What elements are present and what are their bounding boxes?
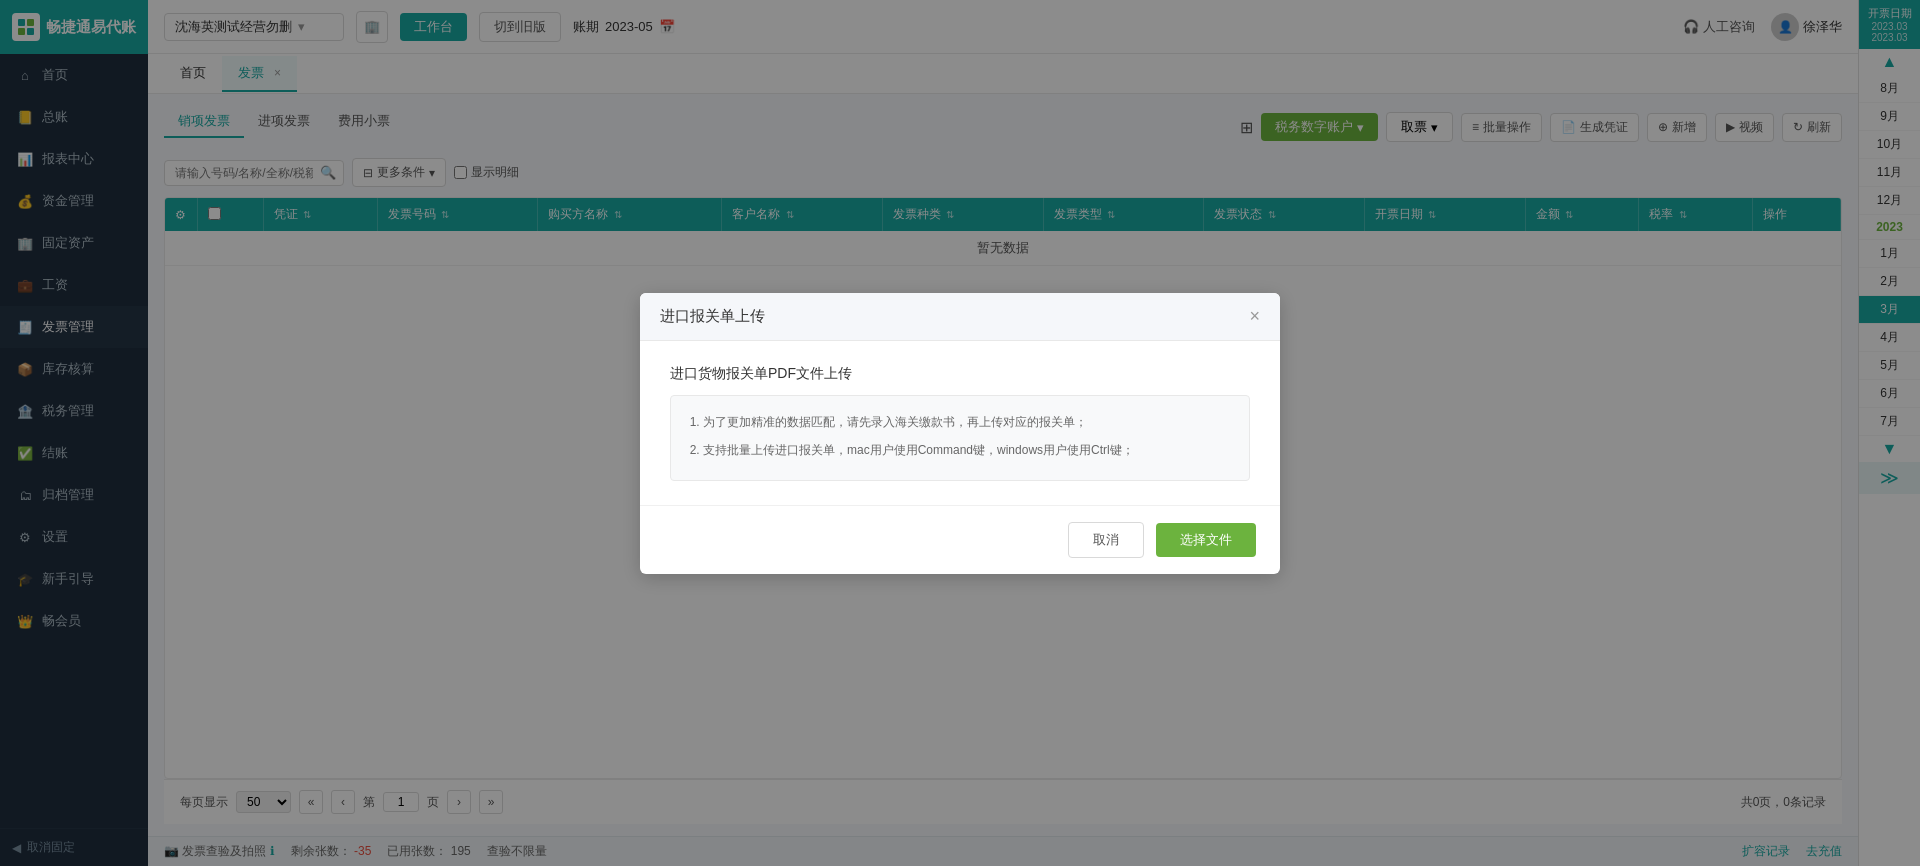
cancel-button[interactable]: 取消 <box>1068 522 1144 558</box>
modal-overlay[interactable]: 进口报关单上传 × 进口货物报关单PDF文件上传 为了更加精准的数据匹配，请先录… <box>0 0 1920 866</box>
modal-info-box: 为了更加精准的数据匹配，请先录入海关缴款书，再上传对应的报关单； 支持批量上传进… <box>670 395 1250 481</box>
modal-footer: 取消 选择文件 <box>640 505 1280 574</box>
modal-tip-1: 为了更加精准的数据匹配，请先录入海关缴款书，再上传对应的报关单； <box>703 410 1233 434</box>
modal-section-title: 进口货物报关单PDF文件上传 <box>670 365 1250 383</box>
modal-title: 进口报关单上传 <box>660 307 765 326</box>
modal-header: 进口报关单上传 × <box>640 293 1280 341</box>
import-modal: 进口报关单上传 × 进口货物报关单PDF文件上传 为了更加精准的数据匹配，请先录… <box>640 293 1280 574</box>
modal-close-button[interactable]: × <box>1249 307 1260 325</box>
select-file-button[interactable]: 选择文件 <box>1156 523 1256 557</box>
modal-tip-2: 支持批量上传进口报关单，mac用户使用Command键，windows用户使用C… <box>703 438 1233 462</box>
modal-body: 进口货物报关单PDF文件上传 为了更加精准的数据匹配，请先录入海关缴款书，再上传… <box>640 341 1280 505</box>
